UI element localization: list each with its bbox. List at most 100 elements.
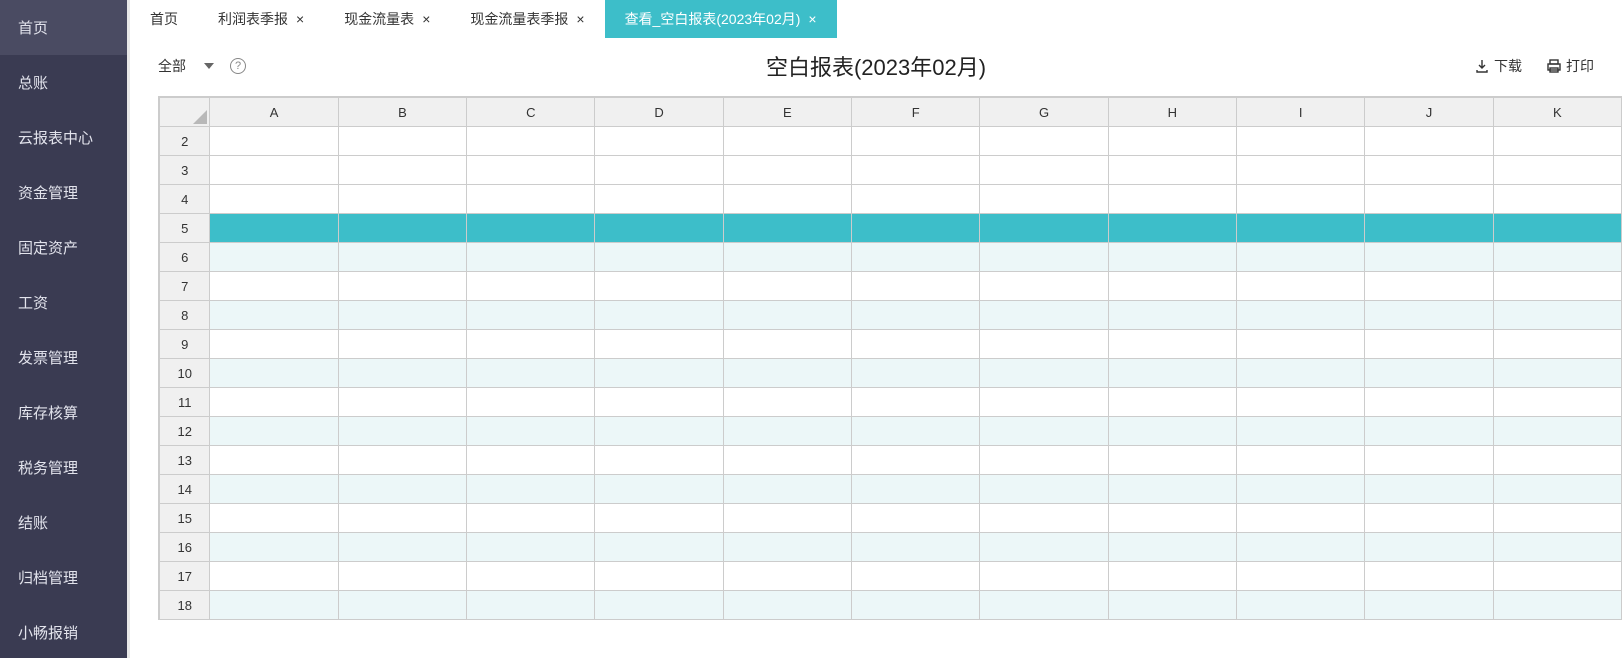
cell-B8[interactable] [338,301,466,330]
column-header-J[interactable]: J [1365,98,1493,127]
column-header-I[interactable]: I [1236,98,1364,127]
cell-E13[interactable] [723,446,851,475]
row-header-15[interactable]: 15 [160,504,210,533]
cell-E5[interactable] [723,214,851,243]
cell-K8[interactable] [1493,301,1621,330]
column-header-A[interactable]: A [210,98,338,127]
cell-H11[interactable] [1108,388,1236,417]
cell-E12[interactable] [723,417,851,446]
sidebar-item-archive[interactable]: 归档管理 [0,550,127,605]
cell-C11[interactable] [467,388,595,417]
sidebar-item-closing[interactable]: 结账 [0,495,127,550]
cell-K14[interactable] [1493,475,1621,504]
cell-G15[interactable] [980,504,1108,533]
cell-F3[interactable] [852,156,980,185]
cell-A15[interactable] [210,504,338,533]
cell-H18[interactable] [1108,591,1236,620]
cell-J10[interactable] [1365,359,1493,388]
cell-E8[interactable] [723,301,851,330]
cell-B18[interactable] [338,591,466,620]
cell-I5[interactable] [1236,214,1364,243]
cell-H17[interactable] [1108,562,1236,591]
sidebar-item-fixed-asset[interactable]: 固定资产 [0,220,127,275]
cell-I17[interactable] [1236,562,1364,591]
cell-F13[interactable] [852,446,980,475]
cell-F6[interactable] [852,243,980,272]
sidebar-item-cloud-report[interactable]: 云报表中心 [0,110,127,165]
close-icon[interactable]: × [808,11,816,27]
cell-G7[interactable] [980,272,1108,301]
cell-G6[interactable] [980,243,1108,272]
row-header-14[interactable]: 14 [160,475,210,504]
cell-K6[interactable] [1493,243,1621,272]
cell-G18[interactable] [980,591,1108,620]
cell-C12[interactable] [467,417,595,446]
cell-J13[interactable] [1365,446,1493,475]
cell-D5[interactable] [595,214,723,243]
cell-C7[interactable] [467,272,595,301]
cell-I8[interactable] [1236,301,1364,330]
cell-G2[interactable] [980,127,1108,156]
help-icon[interactable]: ? [230,58,246,74]
cell-I11[interactable] [1236,388,1364,417]
cell-E10[interactable] [723,359,851,388]
cell-J7[interactable] [1365,272,1493,301]
cell-K16[interactable] [1493,533,1621,562]
cell-A6[interactable] [210,243,338,272]
cell-A4[interactable] [210,185,338,214]
tab-0[interactable]: 首页 [130,0,198,38]
cell-B14[interactable] [338,475,466,504]
cell-A9[interactable] [210,330,338,359]
row-header-5[interactable]: 5 [160,214,210,243]
cell-H16[interactable] [1108,533,1236,562]
row-header-8[interactable]: 8 [160,301,210,330]
cell-H5[interactable] [1108,214,1236,243]
cell-H13[interactable] [1108,446,1236,475]
row-header-9[interactable]: 9 [160,330,210,359]
cell-H6[interactable] [1108,243,1236,272]
column-header-G[interactable]: G [980,98,1108,127]
cell-E16[interactable] [723,533,851,562]
download-button[interactable]: 下载 [1474,56,1522,76]
cell-K10[interactable] [1493,359,1621,388]
cell-A16[interactable] [210,533,338,562]
cell-F18[interactable] [852,591,980,620]
cell-C14[interactable] [467,475,595,504]
cell-F7[interactable] [852,272,980,301]
cell-K4[interactable] [1493,185,1621,214]
cell-K7[interactable] [1493,272,1621,301]
cell-A3[interactable] [210,156,338,185]
cell-B9[interactable] [338,330,466,359]
cell-J11[interactable] [1365,388,1493,417]
cell-B5[interactable] [338,214,466,243]
cell-D14[interactable] [595,475,723,504]
spreadsheet[interactable]: ABCDEFGHIJK23456789101112131415161718 [130,86,1622,658]
cell-C16[interactable] [467,533,595,562]
tab-3[interactable]: 现金流量表季报× [450,0,604,38]
cell-I3[interactable] [1236,156,1364,185]
cell-I2[interactable] [1236,127,1364,156]
cell-D8[interactable] [595,301,723,330]
cell-K11[interactable] [1493,388,1621,417]
cell-B15[interactable] [338,504,466,533]
cell-K9[interactable] [1493,330,1621,359]
cell-J6[interactable] [1365,243,1493,272]
cell-K12[interactable] [1493,417,1621,446]
close-icon[interactable]: × [576,11,584,27]
cell-D7[interactable] [595,272,723,301]
row-header-4[interactable]: 4 [160,185,210,214]
cell-K3[interactable] [1493,156,1621,185]
cell-C9[interactable] [467,330,595,359]
cell-D10[interactable] [595,359,723,388]
cell-F4[interactable] [852,185,980,214]
cell-J8[interactable] [1365,301,1493,330]
column-header-H[interactable]: H [1108,98,1236,127]
cell-J5[interactable] [1365,214,1493,243]
cell-B3[interactable] [338,156,466,185]
cell-J12[interactable] [1365,417,1493,446]
cell-G4[interactable] [980,185,1108,214]
row-header-17[interactable]: 17 [160,562,210,591]
cell-H3[interactable] [1108,156,1236,185]
cell-B7[interactable] [338,272,466,301]
cell-H2[interactable] [1108,127,1236,156]
